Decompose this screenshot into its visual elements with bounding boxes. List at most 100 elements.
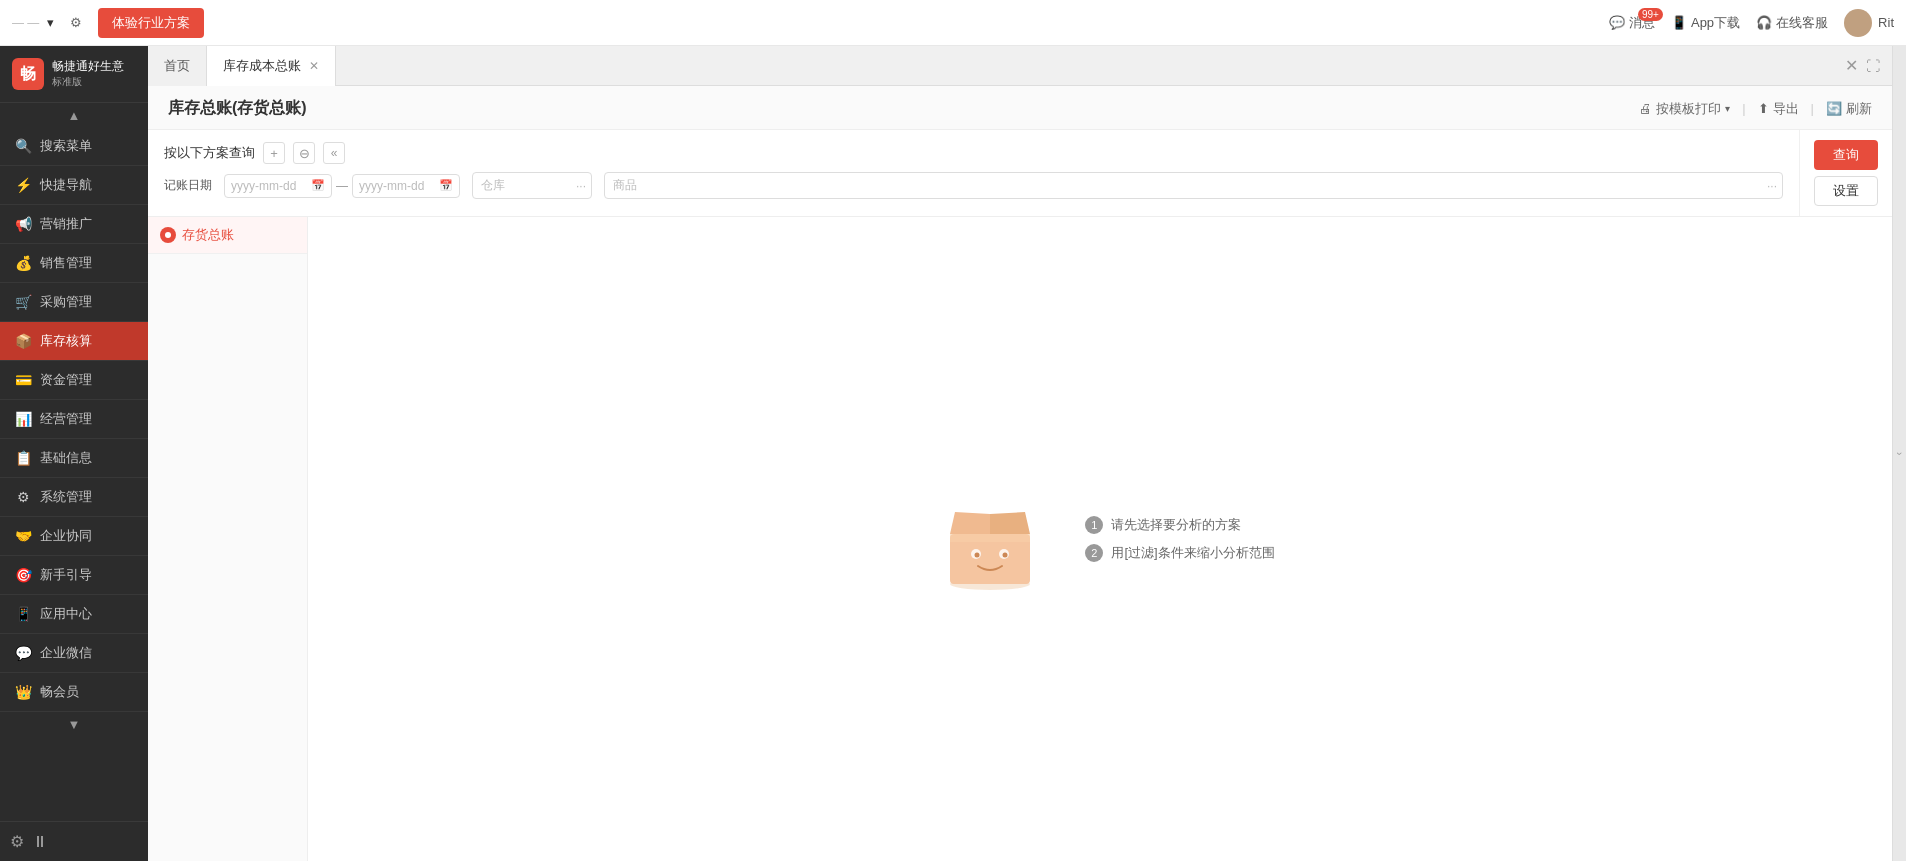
page-header: 库存总账(存货总账) 🖨 按模板打印 ▾ | ⬆ 导出 | 🔄 [148, 86, 1892, 130]
svg-point-5 [975, 553, 980, 558]
tab-close-icon[interactable]: ✕ [309, 60, 319, 72]
right-panel-area: › [1892, 46, 1906, 861]
print-icon: 🖨 [1639, 101, 1652, 116]
sidebar-item-label: 基础信息 [40, 449, 92, 467]
date-label: 记账日期 [164, 177, 212, 194]
sidebar-item-collab[interactable]: 🤝 企业协同 [0, 517, 148, 556]
page-header-actions: 🖨 按模板打印 ▾ | ⬆ 导出 | 🔄 刷新 [1639, 100, 1872, 118]
svg-point-6 [1003, 553, 1008, 558]
sidebar-item-label: 快捷导航 [40, 176, 92, 194]
filter-top-row: 按以下方案查询 + ⊖ « [164, 142, 1783, 164]
chart-icon: 📊 [14, 410, 32, 428]
calendar-end-icon: 📅 [439, 179, 453, 192]
sidebar-item-label: 销售管理 [40, 254, 92, 272]
right-panel-toggle[interactable]: › [1892, 46, 1906, 861]
breadcrumb-dropdown[interactable]: ▾ [47, 15, 54, 30]
sidebar-item-basic-info[interactable]: 📋 基础信息 [0, 439, 148, 478]
industry-solution-button[interactable]: 体验行业方案 [98, 8, 204, 38]
logo-text-area: 畅捷通好生意 标准版 [52, 59, 124, 89]
query-button[interactable]: 查询 [1814, 140, 1878, 170]
money-icon: 💰 [14, 254, 32, 272]
page-title: 库存总账(存货总账) [168, 98, 307, 119]
tab-home[interactable]: 首页 [148, 46, 207, 86]
phone-icon: 📱 [1671, 15, 1687, 30]
sidebar-item-search[interactable]: 🔍 搜索菜单 [0, 127, 148, 166]
logo-subtitle: 标准版 [52, 75, 124, 89]
header-settings-button[interactable]: ⚙ [62, 9, 90, 37]
sidebar-item-nav[interactable]: ⚡ 快捷导航 [0, 166, 148, 205]
step-number-2: 2 [1085, 544, 1103, 562]
sidebar-item-system[interactable]: ⚙ 系统管理 [0, 478, 148, 517]
sidebar-item-label: 畅会员 [40, 683, 79, 701]
sidebar-item-label: 新手引导 [40, 566, 92, 584]
scheme-name-label: 存货总账 [182, 226, 234, 244]
sidebar-bottom: ⚙ ⏸ [0, 821, 148, 861]
filter-section: 按以下方案查询 + ⊖ « 记账日期 yyyy-mm-dd 📅 [148, 130, 1892, 217]
sidebar-item-operations[interactable]: 📊 经营管理 [0, 400, 148, 439]
date-start-input[interactable]: yyyy-mm-dd 📅 [224, 174, 332, 198]
sidebar-collapse-button[interactable]: ⏸ [32, 833, 48, 851]
refresh-icon: 🔄 [1826, 101, 1842, 116]
app-download-button[interactable]: 📱 App下载 [1671, 14, 1740, 32]
sidebar-scroll-down[interactable]: ▼ [0, 712, 148, 736]
user-menu[interactable]: Rit [1844, 9, 1894, 37]
date-separator: — [336, 179, 348, 193]
sidebar-scroll-up[interactable]: ▲ [0, 103, 148, 127]
export-button[interactable]: ⬆ 导出 [1758, 100, 1799, 118]
warehouse-placeholder: 仓库 [481, 178, 505, 192]
breadcrumb: — — [12, 16, 39, 30]
close-panel-icon[interactable]: ✕ [1845, 56, 1858, 75]
refresh-button[interactable]: 🔄 刷新 [1826, 100, 1872, 118]
date-start-placeholder: yyyy-mm-dd [231, 179, 296, 193]
sidebar-item-sales[interactable]: 💰 销售管理 [0, 244, 148, 283]
chevron-down-icon: ▾ [47, 15, 54, 30]
sidebar-item-purchase[interactable]: 🛒 采购管理 [0, 283, 148, 322]
warehouse-field: 仓库 ··· [472, 172, 592, 199]
warehouse-input[interactable]: 仓库 [472, 172, 592, 199]
sidebar-logo: 畅 畅捷通好生意 标准版 [0, 46, 148, 103]
expand-icon[interactable]: ⛶ [1866, 58, 1880, 74]
settings-icon: ⚙ [14, 488, 32, 506]
lightning-icon: ⚡ [14, 176, 32, 194]
filter-controls: 按以下方案查询 + ⊖ « 记账日期 yyyy-mm-dd 📅 [148, 130, 1799, 216]
filter-remove-button[interactable]: ⊖ [293, 142, 315, 164]
sidebar-item-label: 采购管理 [40, 293, 92, 311]
sidebar-item-wechat[interactable]: 💬 企业微信 [0, 634, 148, 673]
action-divider-2: | [1811, 101, 1814, 116]
breadcrumb-path: — — [12, 16, 39, 30]
page-content: 库存总账(存货总账) 🖨 按模板打印 ▾ | ⬆ 导出 | 🔄 [148, 86, 1892, 861]
sidebar-item-guide[interactable]: 🎯 新手引导 [0, 556, 148, 595]
sidebar-item-label: 搜索菜单 [40, 137, 92, 155]
sidebar-item-label: 系统管理 [40, 488, 92, 506]
filter-label: 按以下方案查询 [164, 144, 255, 162]
sidebar-item-apps[interactable]: 📱 应用中心 [0, 595, 148, 634]
filter-add-button[interactable]: + [263, 142, 285, 164]
target-icon: 🎯 [14, 566, 32, 584]
product-input[interactable]: 商品 [604, 172, 1783, 199]
empty-box-svg [930, 484, 1050, 594]
print-button[interactable]: 🖨 按模板打印 ▾ [1639, 100, 1730, 118]
messages-button[interactable]: 💬 消息 99+ [1609, 14, 1655, 32]
scheme-list-panel: 存货总账 [148, 217, 308, 861]
step-number-1: 1 [1085, 516, 1103, 534]
mobile-icon: 📱 [14, 605, 32, 623]
sidebar-item-finance[interactable]: 💳 资金管理 [0, 361, 148, 400]
header-left: — — ▾ ⚙ 体验行业方案 [12, 8, 1609, 38]
settings-button[interactable]: 设置 [1814, 176, 1878, 206]
online-service-button[interactable]: 🎧 在线客服 [1756, 14, 1828, 32]
logo-icon: 畅 [12, 58, 44, 90]
sidebar-item-inventory[interactable]: 📦 库存核算 [0, 322, 148, 361]
sidebar-settings-button[interactable]: ⚙ [10, 832, 24, 851]
scheme-item-inventory-ledger[interactable]: 存货总账 [148, 217, 307, 254]
date-end-input[interactable]: yyyy-mm-dd 📅 [352, 174, 460, 198]
crown-icon: 👑 [14, 683, 32, 701]
sidebar-item-marketing[interactable]: 📢 营销推广 [0, 205, 148, 244]
megaphone-icon: 📢 [14, 215, 32, 233]
sidebar-item-member[interactable]: 👑 畅会员 [0, 673, 148, 712]
tab-inventory-ledger[interactable]: 库存成本总账 ✕ [207, 46, 336, 86]
message-badge: 99+ [1638, 8, 1663, 21]
header-right: 💬 消息 99+ 📱 App下载 🎧 在线客服 Rit [1609, 9, 1894, 37]
sidebar-item-label: 企业微信 [40, 644, 92, 662]
filter-collapse-button[interactable]: « [323, 142, 345, 164]
refresh-label: 刷新 [1846, 100, 1872, 118]
